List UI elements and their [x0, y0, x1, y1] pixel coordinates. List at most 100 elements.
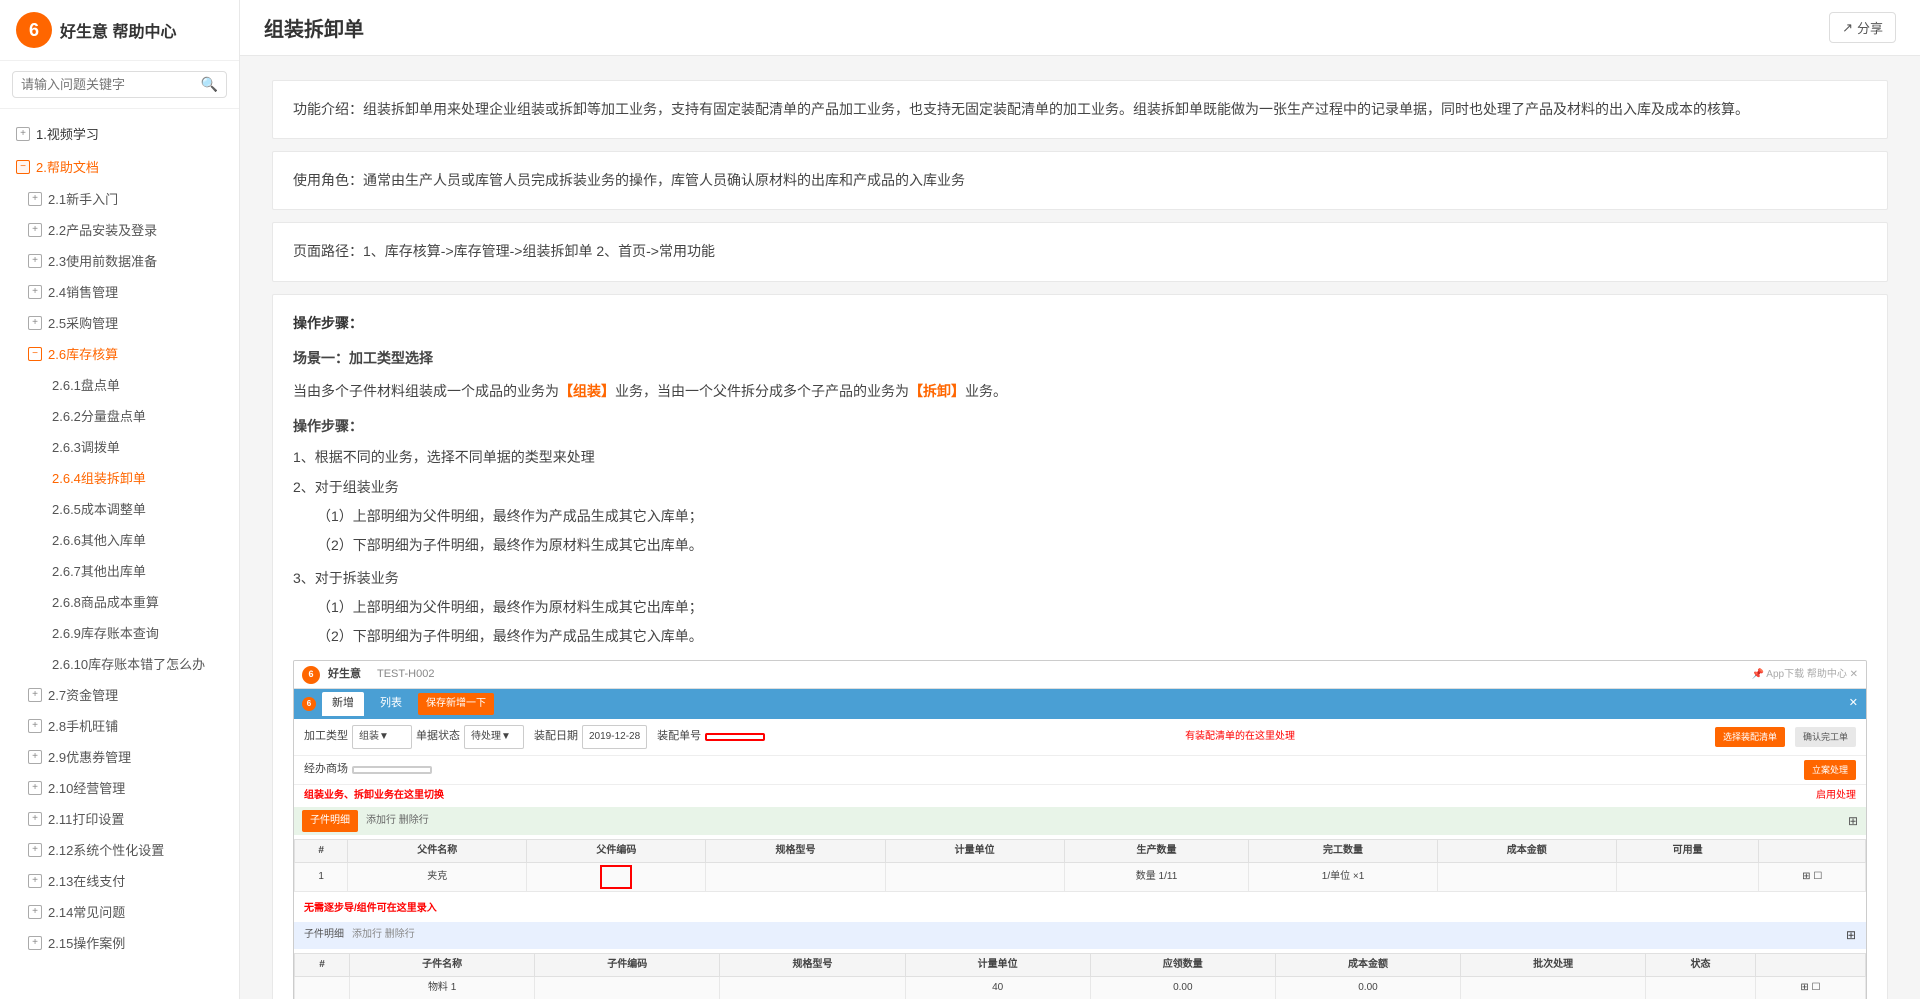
role-text: 使用角色：通常由生产人员或库管人员完成拆装业务的操作，库管人员确认原材料的出库和… [293, 172, 965, 188]
step2: 2、对于组装业务 [293, 475, 1867, 500]
sidebar-item-label: 1.视频学习 [36, 124, 99, 143]
mock-td2 [1646, 977, 1756, 999]
expand-icon: + [28, 254, 42, 268]
sidebar-item-cost-recalc[interactable]: 2.6.8商品成本重算 [16, 586, 239, 617]
scenario1-desc: 当由多个子件材料组装成一个成品的业务为【组装】业务，当由一个父件拆分成多个子产品… [293, 379, 1867, 404]
mock-th2: 批次处理 [1461, 954, 1646, 977]
mock-save-btn[interactable]: 保存新增一下 [418, 693, 494, 715]
sidebar-item-purchase[interactable]: + 2.5采购管理 [0, 307, 239, 338]
sidebar-item-sales[interactable]: + 2.4销售管理 [0, 276, 239, 307]
mock-section-orange-btn[interactable]: 子件明细 [302, 810, 358, 832]
sidebar-item-data-prep[interactable]: + 2.3使用前数据准备 [0, 245, 239, 276]
sidebar-item-ledger-query[interactable]: 2.6.9库存账本查询 [16, 617, 239, 648]
mock-sub-title: 子件明细 [304, 926, 344, 944]
mock-date-input[interactable]: 2019-12-28 [582, 725, 647, 749]
mock-toolbar: 6 新增 列表 保存新增一下 ✕ [294, 689, 1866, 719]
sidebar-label: 2.15操作案例 [48, 933, 125, 952]
sidebar-item-ledger-fix[interactable]: 2.6.10库存账本错了怎么办 [16, 648, 239, 679]
topbar: 组装拆卸单 ↗ 分享 [240, 0, 1920, 56]
role-card: 使用角色：通常由生产人员或库管人员完成拆装业务的操作，库管人员确认原材料的出库和… [272, 151, 1888, 210]
sidebar-item-payment[interactable]: + 2.13在线支付 [0, 865, 239, 896]
mock-th: # [295, 840, 348, 863]
mock-td [1616, 863, 1759, 892]
mock-th2: 状态 [1646, 954, 1756, 977]
mock-start-btn[interactable]: 立案处理 [1804, 760, 1856, 780]
mock-type-label: 加工类型 [304, 727, 348, 747]
sidebar-item-docs[interactable]: − 2.帮助文档 [0, 150, 239, 183]
share-button[interactable]: ↗ 分享 [1829, 12, 1896, 43]
sidebar-item-operations[interactable]: + 2.10经营管理 [0, 772, 239, 803]
step3-sub1: （1）上部明细为父件明细，最终作为原材料生成其它出库单； [293, 595, 1867, 620]
sidebar-item-mobile[interactable]: + 2.8手机旺铺 [0, 710, 239, 741]
mock-code-input[interactable] [705, 733, 765, 741]
path-card: 页面路径：1、库存核算->库存管理->组装拆卸单 2、首页->常用功能 [272, 222, 1888, 281]
page-title: 组装拆卸单 [264, 13, 364, 42]
mock-td2: 物料 1 [350, 977, 535, 999]
mock-select-bom-btn[interactable]: 选择装配清单 [1715, 727, 1785, 747]
steps-heading: 操作步骤： [293, 311, 1867, 336]
expand-icon: + [28, 781, 42, 795]
mock-th2: 子件名称 [350, 954, 535, 977]
mock-status-label: 单据状态 [416, 727, 460, 747]
sidebar-item-stocktake[interactable]: 2.6.1盘点单 [16, 369, 239, 400]
collapse-icon: − [28, 347, 42, 361]
sidebar-item-coupon[interactable]: + 2.9优惠券管理 [0, 741, 239, 772]
expand-icon: + [28, 688, 42, 702]
sidebar-item-inventory[interactable]: − 2.6库存核算 [0, 338, 239, 369]
search-area: 🔍 [0, 61, 239, 109]
sidebar-item-other-in[interactable]: 2.6.6其他入库单 [16, 524, 239, 555]
sidebar-item-other-out[interactable]: 2.6.7其他出库单 [16, 555, 239, 586]
mock-td [1437, 863, 1616, 892]
expand-icon: + [28, 936, 42, 950]
sidebar-item-finance[interactable]: + 2.7资金管理 [0, 679, 239, 710]
sidebar-item-video[interactable]: + 1.视频学习 [0, 117, 239, 150]
expand-icon: + [28, 192, 42, 206]
sidebar-item-cost-adjust[interactable]: 2.6.5成本调整单 [16, 493, 239, 524]
mock-form-wrapper: 加工类型 组装▼ 单据状态 待处理▼ 装配日期 2019-12-28 [294, 719, 1866, 785]
mock-td2 [295, 977, 350, 999]
mock-type-field: 加工类型 组装▼ 单据状态 待处理▼ [304, 725, 524, 749]
sidebar-label: 2.3使用前数据准备 [48, 251, 157, 270]
mock-remarks-field: 经办商场 [304, 760, 432, 780]
mock-bom-field: 有装配清单的在这里处理 [775, 728, 1705, 746]
mock-td2: 0.00 [1275, 977, 1460, 999]
nav-section-video: + 1.视频学习 [0, 117, 239, 150]
sidebar-item-transfer[interactable]: 2.6.3调拨单 [16, 431, 239, 462]
sidebar-header: 6 好生意 帮助中心 [0, 0, 239, 61]
mock-td [706, 863, 885, 892]
mock-tab-new[interactable]: 新增 [322, 692, 364, 716]
expand-icon: + [28, 719, 42, 733]
search-box[interactable]: 🔍 [12, 71, 227, 98]
screenshot-inner: 6 好生意 TEST-H002 📌 App下载 帮助中心 ✕ 6 新增 列表 保… [294, 661, 1866, 999]
logo-icon: 6 [16, 12, 52, 48]
sidebar-item-print[interactable]: + 2.11打印设置 [0, 803, 239, 834]
mock-code-label: 装配单号 [657, 727, 701, 747]
mock-remarks-input[interactable] [352, 766, 432, 774]
mock-td2 [1461, 977, 1646, 999]
mock-date-field: 装配日期 2019-12-28 [534, 725, 647, 749]
sidebar-item-system[interactable]: + 2.12系统个性化设置 [0, 834, 239, 865]
scenario1: 场景一：加工类型选择 当由多个子件材料组装成一个成品的业务为【组装】业务，当由一… [293, 346, 1867, 999]
mock-confirm-btn[interactable]: 确认完工单 [1795, 727, 1856, 747]
screenshot-mockup: 6 好生意 TEST-H002 📌 App下载 帮助中心 ✕ 6 新增 列表 保… [293, 660, 1867, 999]
sidebar-item-newbie[interactable]: + 2.1新手入门 [0, 183, 239, 214]
mock-tab-list[interactable]: 列表 [370, 692, 412, 716]
mock-add-label: 添加行 删除行 [366, 812, 429, 830]
sidebar-item-install[interactable]: + 2.2产品安装及登录 [0, 214, 239, 245]
sidebar-item-faq[interactable]: + 2.14常见问题 [0, 896, 239, 927]
mock-type-input[interactable]: 组装▼ [352, 725, 412, 749]
mock-td2 [535, 977, 720, 999]
sidebar-label: 2.1新手入门 [48, 189, 118, 208]
mock-th: 规格型号 [706, 840, 885, 863]
sidebar-item-split-stocktake[interactable]: 2.6.2分量盘点单 [16, 400, 239, 431]
mock-status-input[interactable]: 待处理▼ [464, 725, 524, 749]
sidebar-item-cases[interactable]: + 2.15操作案例 [0, 927, 239, 958]
sidebar-item-label: 2.帮助文档 [36, 157, 99, 176]
intro-text: 功能介绍：组装拆卸单用来处理企业组装或拆卸等加工业务，支持有固定装配清单的产品加… [293, 101, 1749, 117]
mock-title-id: TEST-H002 [377, 665, 434, 685]
sidebar-item-assembly[interactable]: 2.6.4组装拆卸单 [16, 462, 239, 493]
collapse-icon: − [16, 160, 30, 174]
search-input[interactable] [21, 77, 201, 92]
step2-sub2: （2）下部明细为子件明细，最终作为原材料生成其它出库单。 [293, 533, 1867, 558]
mock-close[interactable]: ✕ [1849, 694, 1858, 714]
